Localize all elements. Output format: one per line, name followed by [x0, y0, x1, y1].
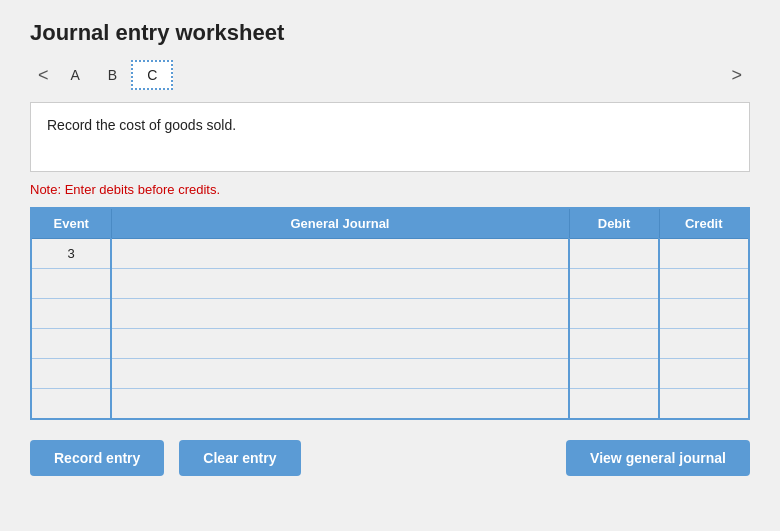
cell-credit-6[interactable]: [659, 389, 749, 419]
journal-table: Event General Journal Debit Credit 3: [30, 207, 750, 420]
clear-entry-button[interactable]: Clear entry: [179, 440, 300, 476]
table-row: 3: [31, 239, 749, 269]
cell-gj-3[interactable]: [111, 299, 569, 329]
table-row: [31, 329, 749, 359]
cell-credit-4[interactable]: [659, 329, 749, 359]
table-row: [31, 299, 749, 329]
page-container: Journal entry worksheet < A B C > Record…: [0, 0, 780, 531]
header-general-journal: General Journal: [111, 208, 569, 239]
header-debit: Debit: [569, 208, 659, 239]
cell-event-4: [31, 329, 111, 359]
cell-credit-2[interactable]: [659, 269, 749, 299]
cell-gj-6[interactable]: [111, 389, 569, 419]
note-text: Note: Enter debits before credits.: [30, 182, 750, 197]
header-credit: Credit: [659, 208, 749, 239]
cell-debit-4[interactable]: [569, 329, 659, 359]
cell-gj-1[interactable]: [111, 239, 569, 269]
cell-event-3: [31, 299, 111, 329]
cell-debit-3[interactable]: [569, 299, 659, 329]
cell-event-5: [31, 359, 111, 389]
tab-bar: < A B C >: [30, 60, 750, 90]
cell-debit-1[interactable]: [569, 239, 659, 269]
instruction-box: Record the cost of goods sold.: [30, 102, 750, 172]
record-entry-button[interactable]: Record entry: [30, 440, 164, 476]
nav-arrow-right[interactable]: >: [723, 63, 750, 88]
cell-event-1: 3: [31, 239, 111, 269]
cell-event-6: [31, 389, 111, 419]
header-event: Event: [31, 208, 111, 239]
table-header-row: Event General Journal Debit Credit: [31, 208, 749, 239]
cell-credit-1[interactable]: [659, 239, 749, 269]
table-row: [31, 389, 749, 419]
cell-debit-6[interactable]: [569, 389, 659, 419]
page-title: Journal entry worksheet: [30, 20, 750, 46]
table-row: [31, 269, 749, 299]
cell-event-2: [31, 269, 111, 299]
tab-b[interactable]: B: [94, 62, 131, 88]
cell-debit-5[interactable]: [569, 359, 659, 389]
nav-arrow-left[interactable]: <: [30, 63, 57, 88]
table-row: [31, 359, 749, 389]
instruction-text: Record the cost of goods sold.: [47, 117, 236, 133]
tab-a[interactable]: A: [57, 62, 94, 88]
cell-credit-5[interactable]: [659, 359, 749, 389]
view-general-journal-button[interactable]: View general journal: [566, 440, 750, 476]
cell-gj-5[interactable]: [111, 359, 569, 389]
cell-gj-4[interactable]: [111, 329, 569, 359]
tab-c[interactable]: C: [131, 60, 173, 90]
button-bar: Record entry Clear entry View general jo…: [30, 440, 750, 476]
cell-debit-2[interactable]: [569, 269, 659, 299]
cell-gj-2[interactable]: [111, 269, 569, 299]
cell-credit-3[interactable]: [659, 299, 749, 329]
